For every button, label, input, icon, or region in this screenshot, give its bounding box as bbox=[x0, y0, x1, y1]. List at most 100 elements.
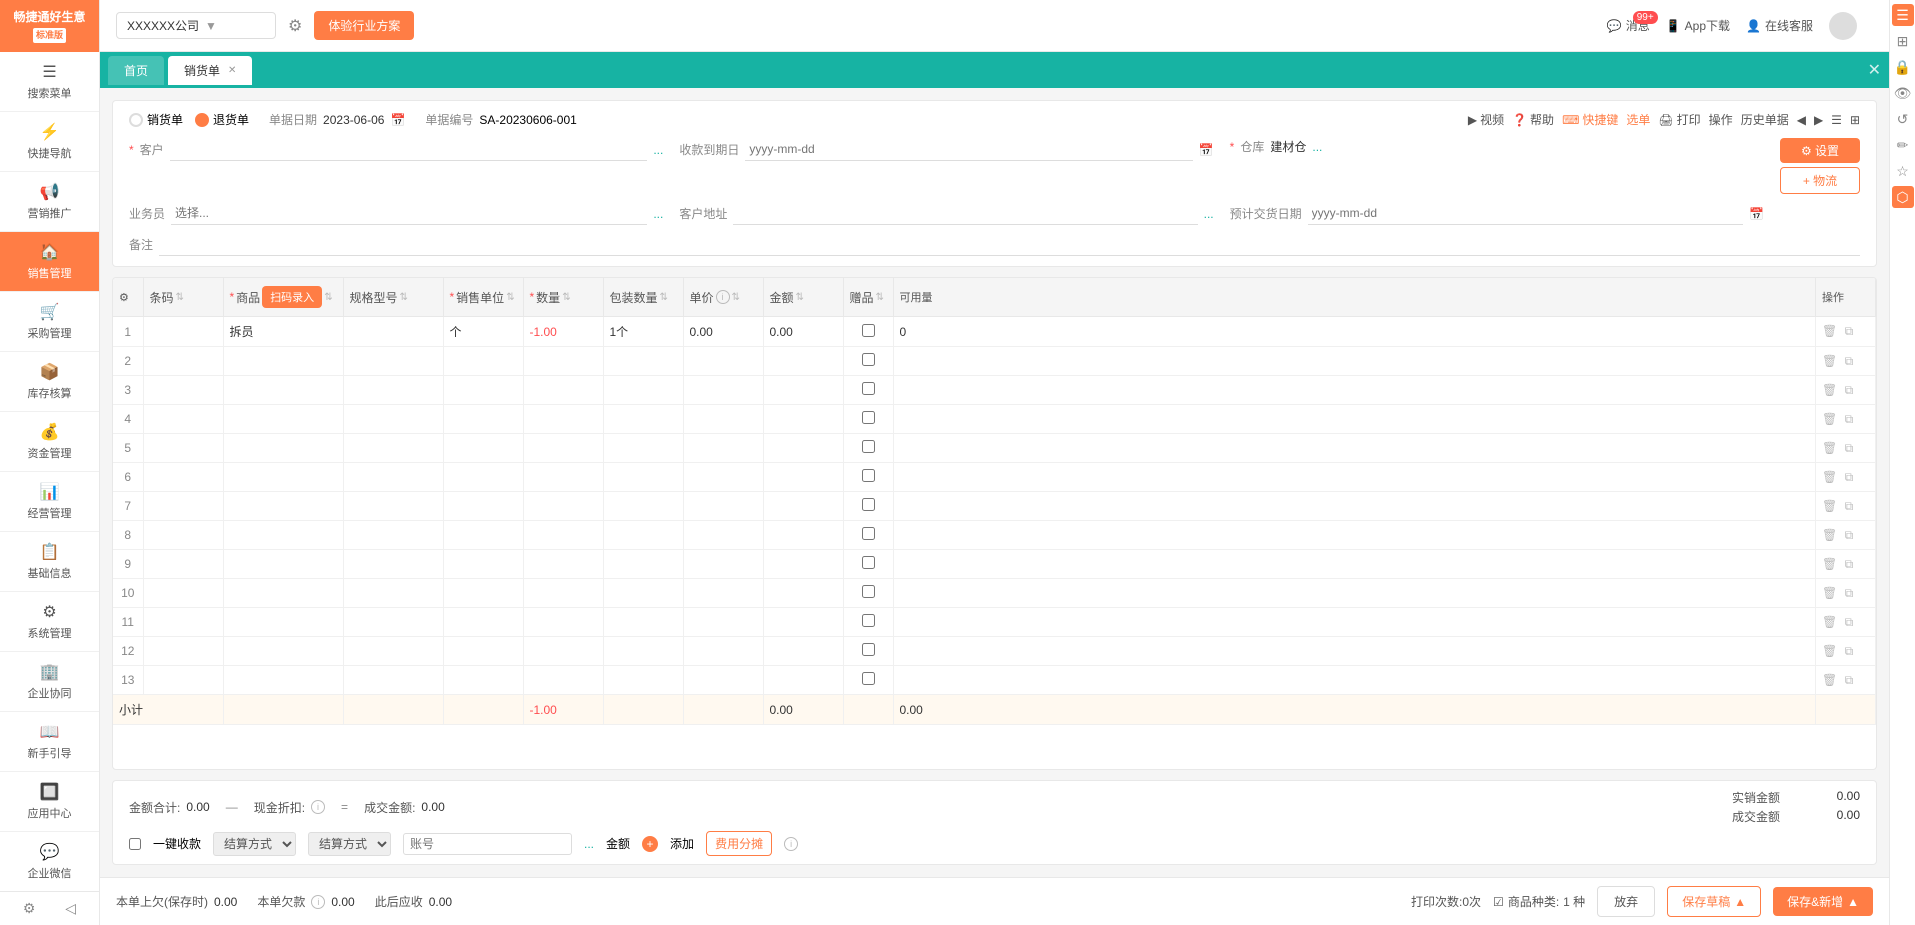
payment-date-calendar-icon[interactable]: 📅 bbox=[1199, 143, 1214, 157]
print-btn[interactable]: 🖨 打印 bbox=[1658, 111, 1700, 128]
cell-gift[interactable] bbox=[843, 666, 893, 695]
cell-qty[interactable] bbox=[523, 463, 603, 492]
barcode-input[interactable] bbox=[150, 354, 217, 368]
cell-qty[interactable] bbox=[523, 550, 603, 579]
cell-qty[interactable] bbox=[523, 405, 603, 434]
cell-amount[interactable]: 0.00 bbox=[763, 317, 843, 347]
copy-icon[interactable]: ⧉ bbox=[1845, 673, 1854, 687]
customer-input[interactable] bbox=[170, 138, 648, 161]
cell-price[interactable] bbox=[683, 666, 763, 695]
gift-checkbox[interactable] bbox=[862, 556, 875, 569]
cell-product[interactable] bbox=[223, 637, 343, 666]
cell-product[interactable] bbox=[223, 376, 343, 405]
delete-icon[interactable]: 🗑 bbox=[1822, 441, 1837, 455]
cell-unit[interactable] bbox=[443, 637, 523, 666]
barcode-input[interactable] bbox=[150, 586, 217, 600]
cell-barcode[interactable] bbox=[143, 347, 223, 376]
copy-icon[interactable]: ⧉ bbox=[1845, 354, 1854, 368]
cell-pkg-qty[interactable] bbox=[603, 521, 683, 550]
cell-gift[interactable] bbox=[843, 434, 893, 463]
tab-bar-close-icon[interactable]: ✕ bbox=[1868, 60, 1881, 80]
cell-price[interactable] bbox=[683, 463, 763, 492]
delete-icon[interactable]: 🗑 bbox=[1822, 354, 1837, 368]
cell-unit[interactable] bbox=[443, 347, 523, 376]
cell-barcode[interactable] bbox=[143, 579, 223, 608]
tab-sales[interactable]: 销货单 ✕ bbox=[168, 56, 252, 85]
gift-checkbox[interactable] bbox=[862, 382, 875, 395]
gift-checkbox[interactable] bbox=[862, 324, 875, 337]
cell-barcode[interactable] bbox=[143, 376, 223, 405]
operation-btn[interactable]: 操作 bbox=[1709, 111, 1733, 128]
cell-spec[interactable] bbox=[343, 608, 443, 637]
cell-barcode[interactable] bbox=[143, 608, 223, 637]
cell-price[interactable] bbox=[683, 405, 763, 434]
cell-amount[interactable] bbox=[763, 463, 843, 492]
payment-date-input[interactable] bbox=[745, 138, 1192, 161]
cell-product[interactable] bbox=[223, 434, 343, 463]
cell-gift[interactable] bbox=[843, 347, 893, 376]
copy-icon[interactable]: ⧉ bbox=[1845, 586, 1854, 600]
cell-spec[interactable] bbox=[343, 579, 443, 608]
cell-qty[interactable] bbox=[523, 637, 603, 666]
cell-gift[interactable] bbox=[843, 492, 893, 521]
cell-product[interactable] bbox=[223, 347, 343, 376]
cell-qty[interactable] bbox=[523, 347, 603, 376]
cell-unit[interactable] bbox=[443, 579, 523, 608]
delete-icon[interactable]: 🗑 bbox=[1822, 615, 1837, 629]
cell-unit[interactable] bbox=[443, 434, 523, 463]
copy-icon[interactable]: ⧉ bbox=[1845, 615, 1854, 629]
col-settings[interactable]: ⚙ bbox=[113, 278, 143, 317]
gift-checkbox[interactable] bbox=[862, 498, 875, 511]
salesperson-input[interactable] bbox=[171, 202, 647, 225]
cell-amount[interactable] bbox=[763, 492, 843, 521]
cell-pkg-qty[interactable] bbox=[603, 608, 683, 637]
cell-unit[interactable] bbox=[443, 608, 523, 637]
discount-info-icon[interactable]: i bbox=[311, 800, 325, 814]
cell-amount[interactable] bbox=[763, 376, 843, 405]
history-btn[interactable]: 历史单据 bbox=[1741, 111, 1789, 128]
cell-price[interactable] bbox=[683, 492, 763, 521]
calendar-icon[interactable]: 📅 bbox=[390, 113, 405, 127]
delete-icon[interactable]: 🗑 bbox=[1822, 557, 1837, 571]
sidebar-item-operations[interactable]: 📊经营管理 bbox=[0, 472, 99, 532]
cell-qty[interactable] bbox=[523, 579, 603, 608]
account-dots[interactable]: ... bbox=[584, 837, 594, 851]
barcode-input[interactable] bbox=[150, 383, 217, 397]
return-order-radio[interactable]: 退货单 bbox=[195, 111, 249, 128]
copy-icon[interactable]: ⧉ bbox=[1845, 499, 1854, 513]
gift-checkbox[interactable] bbox=[862, 614, 875, 627]
shortcut-btn[interactable]: ⌨ 快捷键 bbox=[1562, 111, 1618, 128]
save-new-button[interactable]: 保存&新增 ▲ bbox=[1773, 887, 1873, 916]
cell-qty[interactable] bbox=[523, 666, 603, 695]
cell-barcode[interactable] bbox=[143, 666, 223, 695]
cell-product[interactable] bbox=[223, 463, 343, 492]
payment-method-select[interactable]: 结算方式 bbox=[213, 832, 296, 856]
barcode-input[interactable] bbox=[150, 557, 217, 571]
delete-icon[interactable]: 🗑 bbox=[1822, 383, 1837, 397]
cell-barcode[interactable] bbox=[143, 434, 223, 463]
copy-icon[interactable]: ⧉ bbox=[1845, 383, 1854, 397]
cell-unit[interactable] bbox=[443, 376, 523, 405]
pen-icon[interactable]: ✏ bbox=[1892, 134, 1914, 156]
cell-barcode[interactable] bbox=[143, 317, 223, 347]
cell-pkg-qty[interactable] bbox=[603, 637, 683, 666]
cell-price[interactable] bbox=[683, 347, 763, 376]
cell-qty[interactable]: -1.00 bbox=[523, 317, 603, 347]
barcode-input[interactable] bbox=[150, 615, 217, 629]
app-download-btn[interactable]: 📱 App下载 bbox=[1666, 17, 1730, 34]
gift-checkbox[interactable] bbox=[862, 527, 875, 540]
note-input[interactable] bbox=[159, 233, 1860, 256]
eye-icon[interactable]: 👁 bbox=[1892, 82, 1914, 104]
online-service-btn[interactable]: 👤 在线客服 bbox=[1746, 17, 1813, 34]
barcode-input[interactable] bbox=[150, 412, 217, 426]
cell-pkg-qty[interactable] bbox=[603, 492, 683, 521]
cell-pkg-qty[interactable] bbox=[603, 579, 683, 608]
delivery-date-calendar-icon[interactable]: 📅 bbox=[1749, 207, 1764, 221]
gift-checkbox[interactable] bbox=[862, 585, 875, 598]
cell-amount[interactable] bbox=[763, 347, 843, 376]
cell-barcode[interactable] bbox=[143, 637, 223, 666]
cell-barcode[interactable] bbox=[143, 492, 223, 521]
barcode-input[interactable] bbox=[150, 673, 217, 687]
cell-amount[interactable] bbox=[763, 405, 843, 434]
cell-unit[interactable]: 个 bbox=[443, 317, 523, 347]
